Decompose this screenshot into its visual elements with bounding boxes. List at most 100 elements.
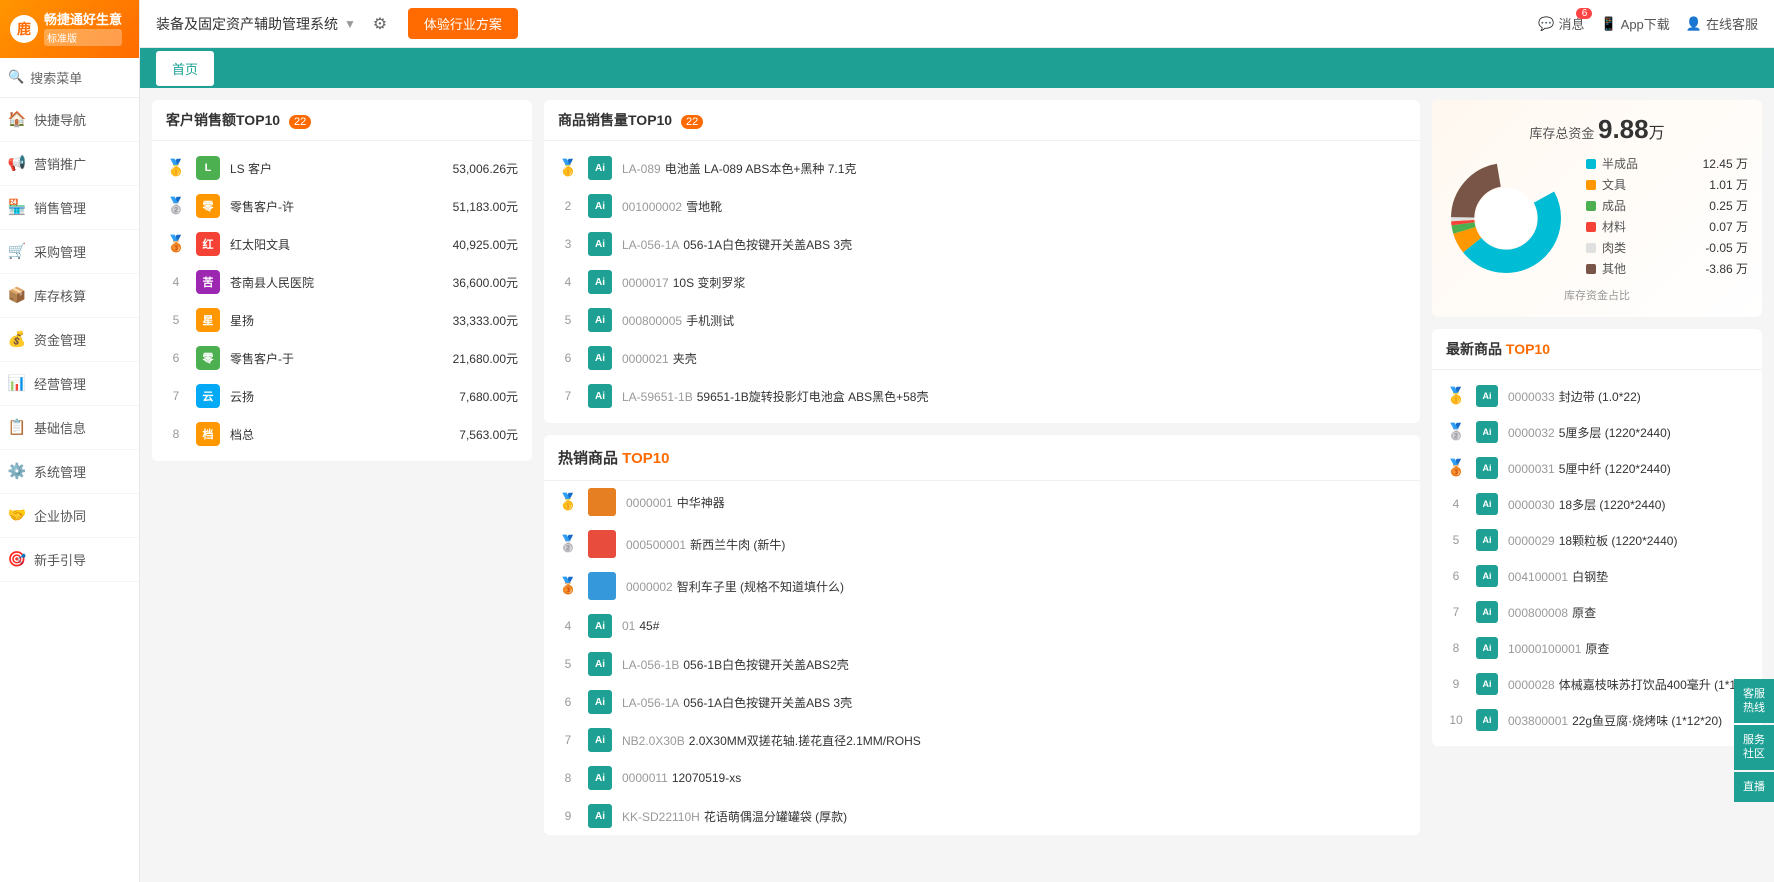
customer-rank-item[interactable]: 🥈 零 零售客户-许 51,183.00元: [152, 187, 532, 225]
customer-rank-item[interactable]: 4 苦 苍南县人民医院 36,600.00元: [152, 263, 532, 301]
legend-value: 12.45 万: [1703, 155, 1748, 172]
product-sales-header: 商品销售量TOP10 22: [544, 100, 1420, 141]
sidebar-item-system[interactable]: ⚙️ 系统管理: [0, 450, 139, 494]
new-product-item[interactable]: 10 Ai 00380000122g鱼豆腐·烧烤味 (1*12*20): [1432, 702, 1762, 738]
sidebar-item-finance[interactable]: 💰 资金管理: [0, 318, 139, 362]
new-product-item[interactable]: 6 Ai 004100001白钢垫: [1432, 558, 1762, 594]
customer-ranking-body: 🥇 L LS 客户 53,006.26元 🥈 零 零售客户-许 51,183.0…: [152, 141, 532, 461]
rank-num: 9: [558, 809, 578, 823]
rank-num: 4: [558, 619, 578, 633]
home-icon: 🏠: [8, 110, 26, 128]
logo-icon: 鹿: [10, 15, 38, 43]
sidebar-item-purchase[interactable]: 🛒 采购管理: [0, 230, 139, 274]
product-info: LA-056-1A056-1A白色按键开关盖ABS 3壳: [622, 236, 1406, 253]
sidebar-item-cooperation[interactable]: 🤝 企业协同: [0, 494, 139, 538]
sidebar-item-operations[interactable]: 📊 经营管理: [0, 362, 139, 406]
hot-product-item[interactable]: 🥈 000500001新西兰牛肉 (新牛): [544, 523, 1420, 565]
search-menu[interactable]: 🔍 搜索菜单: [0, 58, 139, 98]
rank-num: 5: [558, 313, 578, 327]
customer-rank-item[interactable]: 7 云 云扬 7,680.00元: [152, 377, 532, 415]
tab-home[interactable]: 首页: [156, 51, 214, 86]
hot-product-item[interactable]: 🥇 0000001中华神器: [544, 481, 1420, 523]
customer-name: LS 客户: [230, 160, 443, 177]
customer-value: 36,600.00元: [453, 274, 518, 291]
legend-label: 肉类: [1602, 239, 1705, 256]
inventory-total-label: 库存总资金 9.88万: [1446, 114, 1748, 145]
new-products-body: 🥇 Ai 0000033封边带 (1.0*22) 🥈 Ai 00000325厘多…: [1432, 370, 1762, 746]
trial-button[interactable]: 体验行业方案: [408, 8, 518, 39]
rank-num: 6: [1446, 569, 1466, 583]
legend-value: -3.86 万: [1705, 260, 1748, 277]
cs-hotline-button[interactable]: 客服热线: [1734, 679, 1774, 724]
new-product-item[interactable]: 🥇 Ai 0000033封边带 (1.0*22): [1432, 378, 1762, 414]
hot-products-header: 热销商品 TOP10: [544, 435, 1420, 481]
online-service-button[interactable]: 👤 在线客服: [1686, 14, 1758, 33]
sidebar-item-basics[interactable]: 📋 基础信息: [0, 406, 139, 450]
hot-product-item[interactable]: 9 Ai KK-SD22110H花语萌偶温分罐罐袋 (厚款): [544, 797, 1420, 835]
system-name-area: 装备及固定资产辅助管理系统 ▼: [156, 14, 356, 34]
product-icon: Ai: [1476, 385, 1498, 407]
purchase-icon: 🛒: [8, 242, 26, 260]
cs-community-button[interactable]: 服务社区: [1734, 725, 1774, 770]
product-icon: Ai: [1476, 673, 1498, 695]
legend-label: 成品: [1602, 197, 1709, 214]
product-icon: Ai: [1476, 493, 1498, 515]
cs-direct-button[interactable]: 直播: [1734, 772, 1774, 802]
new-product-item[interactable]: 9 Ai 0000028体械嘉枝味苏打饮品400毫升 (1*15): [1432, 666, 1762, 702]
product-info: LA-089电池盖 LA-089 ABS本色+黑种 7.1克: [622, 160, 1406, 177]
sidebar-item-inventory[interactable]: 📦 库存核算: [0, 274, 139, 318]
new-product-item[interactable]: 5 Ai 000002918颗粒板 (1220*2440): [1432, 522, 1762, 558]
sidebar-item-sales[interactable]: 🏪 销售管理: [0, 186, 139, 230]
product-sales-item[interactable]: 🥇 Ai LA-089电池盖 LA-089 ABS本色+黑种 7.1克: [544, 149, 1420, 187]
customer-rank-item[interactable]: 🥇 L LS 客户 53,006.26元: [152, 149, 532, 187]
new-product-item[interactable]: 🥈 Ai 00000325厘多层 (1220*2440): [1432, 414, 1762, 450]
dropdown-arrow-icon[interactable]: ▼: [344, 17, 356, 31]
finance-icon: 💰: [8, 330, 26, 348]
customer-rank-item[interactable]: 🥉 红 红太阳文具 40,925.00元: [152, 225, 532, 263]
sidebar-item-guide[interactable]: 🎯 新手引导: [0, 538, 139, 582]
product-icon: Ai: [588, 156, 612, 180]
legend-dot: [1586, 180, 1596, 190]
sidebar-item-quick-nav[interactable]: 🏠 快捷导航: [0, 98, 139, 142]
customer-rank-item[interactable]: 5 星 星扬 33,333.00元: [152, 301, 532, 339]
rank-avatar: 云: [196, 384, 220, 408]
legend-value: 1.01 万: [1709, 176, 1748, 193]
new-product-item[interactable]: 8 Ai 10000100001原查: [1432, 630, 1762, 666]
hot-product-item[interactable]: 8 Ai 000001112070519-xs: [544, 759, 1420, 797]
product-sales-item[interactable]: 3 Ai LA-056-1A056-1A白色按键开关盖ABS 3壳: [544, 225, 1420, 263]
sidebar-item-label: 资金管理: [34, 330, 86, 349]
customer-name: 零售客户-于: [230, 350, 443, 367]
product-sales-item[interactable]: 2 Ai 001000002雪地靴: [544, 187, 1420, 225]
customer-name: 档总: [230, 426, 449, 443]
product-sales-item[interactable]: 7 Ai LA-59651-1B59651-1B旋转投影灯电池盒 ABS黑色+5…: [544, 377, 1420, 415]
rank-num: 3: [558, 237, 578, 251]
hot-product-item[interactable]: 4 Ai 0145#: [544, 607, 1420, 645]
product-sales-item[interactable]: 5 Ai 000800005手机测试: [544, 301, 1420, 339]
sidebar-item-marketing[interactable]: 📢 营销推广: [0, 142, 139, 186]
rank-num: 6: [166, 351, 186, 365]
product-sales-item[interactable]: 6 Ai 0000021夹壳: [544, 339, 1420, 377]
settings-icon[interactable]: ⚙: [366, 10, 394, 38]
hot-products-body: 🥇 0000001中华神器 🥈 000500001新西兰牛肉 (新牛) 🥉 00…: [544, 481, 1420, 835]
app-download-button[interactable]: 📱 App下载: [1600, 14, 1669, 33]
hot-product-item[interactable]: 7 Ai NB2.0X30B2.0X30MM双搓花轴.搓花直径2.1MM/ROH…: [544, 721, 1420, 759]
hot-product-info: 0000001中华神器: [626, 494, 1406, 511]
new-product-info: 0000033封边带 (1.0*22): [1508, 388, 1748, 405]
hot-product-item[interactable]: 5 Ai LA-056-1B056-1B白色按键开关盖ABS2壳: [544, 645, 1420, 683]
new-product-item[interactable]: 🥉 Ai 00000315厘中纤 (1220*2440): [1432, 450, 1762, 486]
hot-product-item[interactable]: 🥉 0000002智利车子里 (规格不知道填什么): [544, 565, 1420, 607]
customer-rank-item[interactable]: 8 档 档总 7,563.00元: [152, 415, 532, 453]
hot-product-item[interactable]: 6 Ai LA-056-1A056-1A白色按键开关盖ABS 3壳: [544, 683, 1420, 721]
rank-num: 7: [1446, 605, 1466, 619]
customer-name: 苍南县人民医院: [230, 274, 443, 291]
new-product-item[interactable]: 4 Ai 000003018多层 (1220*2440): [1432, 486, 1762, 522]
hot-product-info: NB2.0X30B2.0X30MM双搓花轴.搓花直径2.1MM/ROHS: [622, 732, 1406, 749]
message-badge: 6: [1576, 8, 1592, 19]
product-icon: Ai: [588, 346, 612, 370]
new-product-item[interactable]: 7 Ai 000800008原查: [1432, 594, 1762, 630]
hot-product-info: LA-056-1A056-1A白色按键开关盖ABS 3壳: [622, 694, 1406, 711]
customer-value: 53,006.26元: [453, 160, 518, 177]
message-button[interactable]: 💬 消息 6: [1538, 14, 1584, 33]
product-sales-item[interactable]: 4 Ai 000001710S 变刺罗浆: [544, 263, 1420, 301]
customer-rank-item[interactable]: 6 零 零售客户-于 21,680.00元: [152, 339, 532, 377]
